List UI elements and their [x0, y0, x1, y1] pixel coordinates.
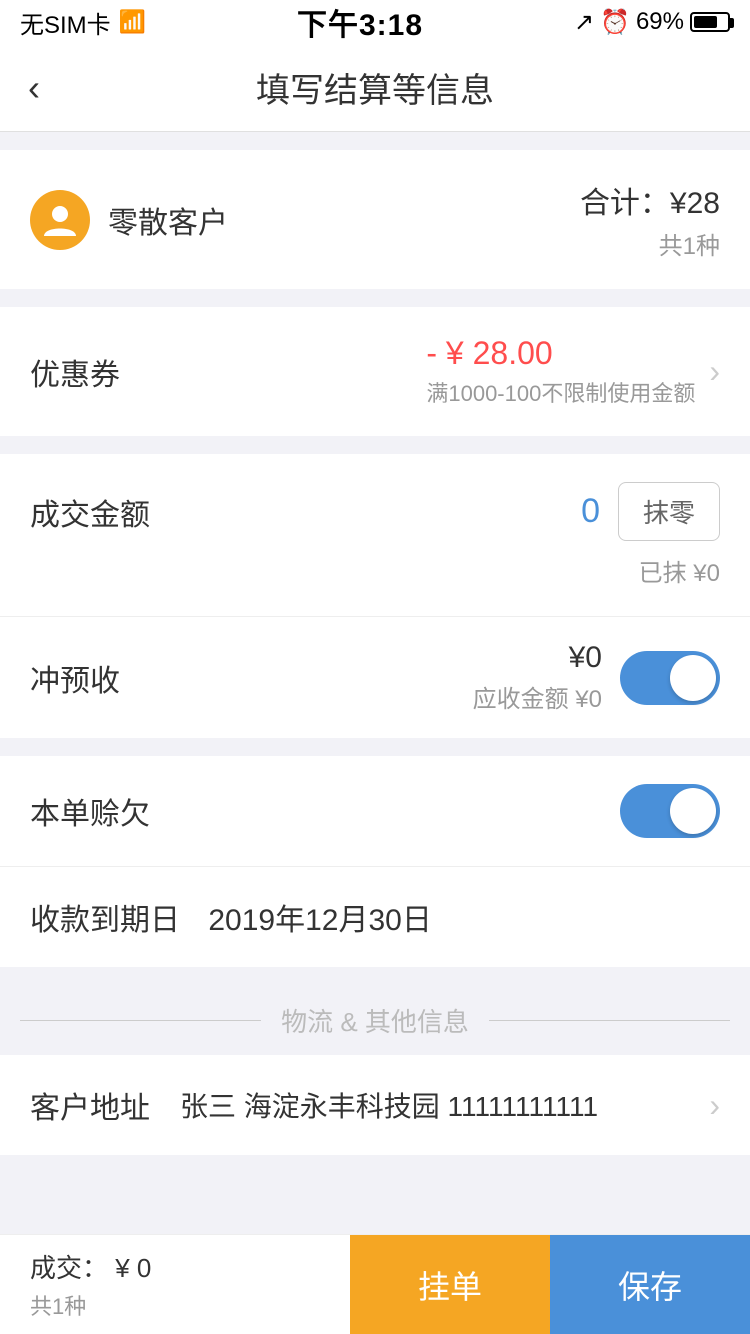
customer-left: 零散客户 — [30, 190, 228, 250]
transaction-label: 成交金额 — [30, 490, 150, 534]
status-bar: 无SIM卡 📶 下午3:18 ↗ ⏰ 69% — [0, 0, 750, 44]
main-content: 零散客户 合计：¥28 共1种 优惠券 - ¥ 28.00 满1000-100不… — [0, 150, 750, 1273]
address-section[interactable]: 客户地址 张三 海淀永丰科技园 11111111111 › — [0, 1055, 750, 1155]
battery-percent: 69% — [636, 8, 684, 36]
prepay-toggle[interactable] — [620, 651, 720, 705]
coupon-right: - ¥ 28.00 满1000-100不限制使用金额 › — [426, 335, 720, 408]
back-button[interactable]: ‹ — [28, 67, 40, 109]
address-value: 张三 海淀永丰科技园 11111111111 — [180, 1085, 699, 1125]
debt-label: 本单赊欠 — [30, 789, 150, 833]
coupon-label: 优惠券 — [30, 350, 120, 394]
due-date-label: 收款到期日 — [30, 904, 180, 937]
nav-title: 填写结算等信息 — [256, 63, 494, 112]
coupon-section: 优惠券 - ¥ 28.00 满1000-100不限制使用金额 › — [0, 307, 750, 436]
logistics-label: 物流 & 其他信息 — [281, 1002, 469, 1039]
transaction-sub-text: 已抹 ¥0 — [30, 553, 720, 588]
customer-total: 合计：¥28 共1种 — [580, 178, 720, 261]
hang-button[interactable]: 挂单 — [350, 1235, 550, 1334]
coupon-chevron-icon: › — [709, 353, 720, 390]
nav-bar: ‹ 填写结算等信息 — [0, 44, 750, 132]
prepay-amount: ¥0 — [473, 641, 602, 675]
transaction-amount[interactable]: 0 — [560, 492, 600, 531]
transaction-right: 0 抹零 — [560, 482, 720, 541]
total-count: 共1种 — [580, 226, 720, 261]
bottom-transaction-amount: ¥ 0 — [115, 1253, 151, 1283]
coupon-details: - ¥ 28.00 满1000-100不限制使用金额 — [426, 335, 695, 408]
toggle-knob — [670, 655, 716, 701]
transaction-section: 成交金额 0 抹零 已抹 ¥0 冲预收 ¥0 应收金额 ¥0 — [0, 454, 750, 738]
prepay-label: 冲预收 — [30, 656, 120, 700]
due-date-value: 2019年12月30日 — [208, 904, 431, 937]
address-chevron-icon: › — [709, 1087, 720, 1124]
transaction-row: 成交金额 0 抹零 — [30, 482, 720, 541]
alarm-icon: ⏰ — [600, 8, 630, 37]
coupon-row[interactable]: 优惠券 - ¥ 28.00 满1000-100不限制使用金额 › — [0, 307, 750, 436]
debt-section: 本单赊欠 — [0, 756, 750, 866]
status-right: ↗ ⏰ 69% — [574, 8, 730, 37]
prepay-receivable: 应收金额 ¥0 — [473, 679, 602, 714]
debt-toggle[interactable] — [620, 784, 720, 838]
total-amount: 合计：¥28 — [580, 178, 720, 222]
avatar — [30, 190, 90, 250]
save-button[interactable]: 保存 — [550, 1235, 750, 1334]
signal-text: 无SIM卡 — [20, 5, 111, 40]
prepay-amounts: ¥0 应收金额 ¥0 — [473, 641, 602, 714]
customer-row: 零散客户 合计：¥28 共1种 — [0, 150, 750, 289]
status-left: 无SIM卡 📶 — [20, 5, 146, 40]
bottom-info: 成交： ¥ 0 共1种 — [0, 1235, 350, 1334]
round-button[interactable]: 抹零 — [618, 482, 720, 541]
logistics-divider: 物流 & 其他信息 — [0, 985, 750, 1055]
battery-icon — [690, 12, 730, 32]
bottom-transaction: 成交： ¥ 0 — [30, 1248, 320, 1285]
location-icon: ↗ — [574, 8, 594, 37]
status-time: 下午3:18 — [297, 0, 423, 44]
address-label: 客户地址 — [30, 1083, 150, 1127]
coupon-discount: - ¥ 28.00 — [426, 335, 695, 372]
customer-section: 零散客户 合计：¥28 共1种 — [0, 150, 750, 289]
prepay-row: 冲预收 ¥0 应收金额 ¥0 — [0, 616, 750, 738]
bottom-count: 共1种 — [30, 1289, 320, 1321]
bottom-bar: 成交： ¥ 0 共1种 挂单 保存 — [0, 1234, 750, 1334]
bottom-transaction-label: 成交： — [30, 1253, 108, 1283]
prepay-right: ¥0 应收金额 ¥0 — [473, 641, 720, 714]
avatar-icon — [40, 200, 80, 240]
customer-name: 零散客户 — [108, 198, 228, 242]
debt-toggle-knob — [670, 788, 716, 834]
due-date-section: 收款到期日 2019年12月30日 — [0, 866, 750, 967]
transaction-area: 成交金额 0 抹零 已抹 ¥0 — [0, 454, 750, 616]
coupon-description: 满1000-100不限制使用金额 — [426, 376, 695, 408]
wifi-icon: 📶 — [119, 9, 146, 35]
